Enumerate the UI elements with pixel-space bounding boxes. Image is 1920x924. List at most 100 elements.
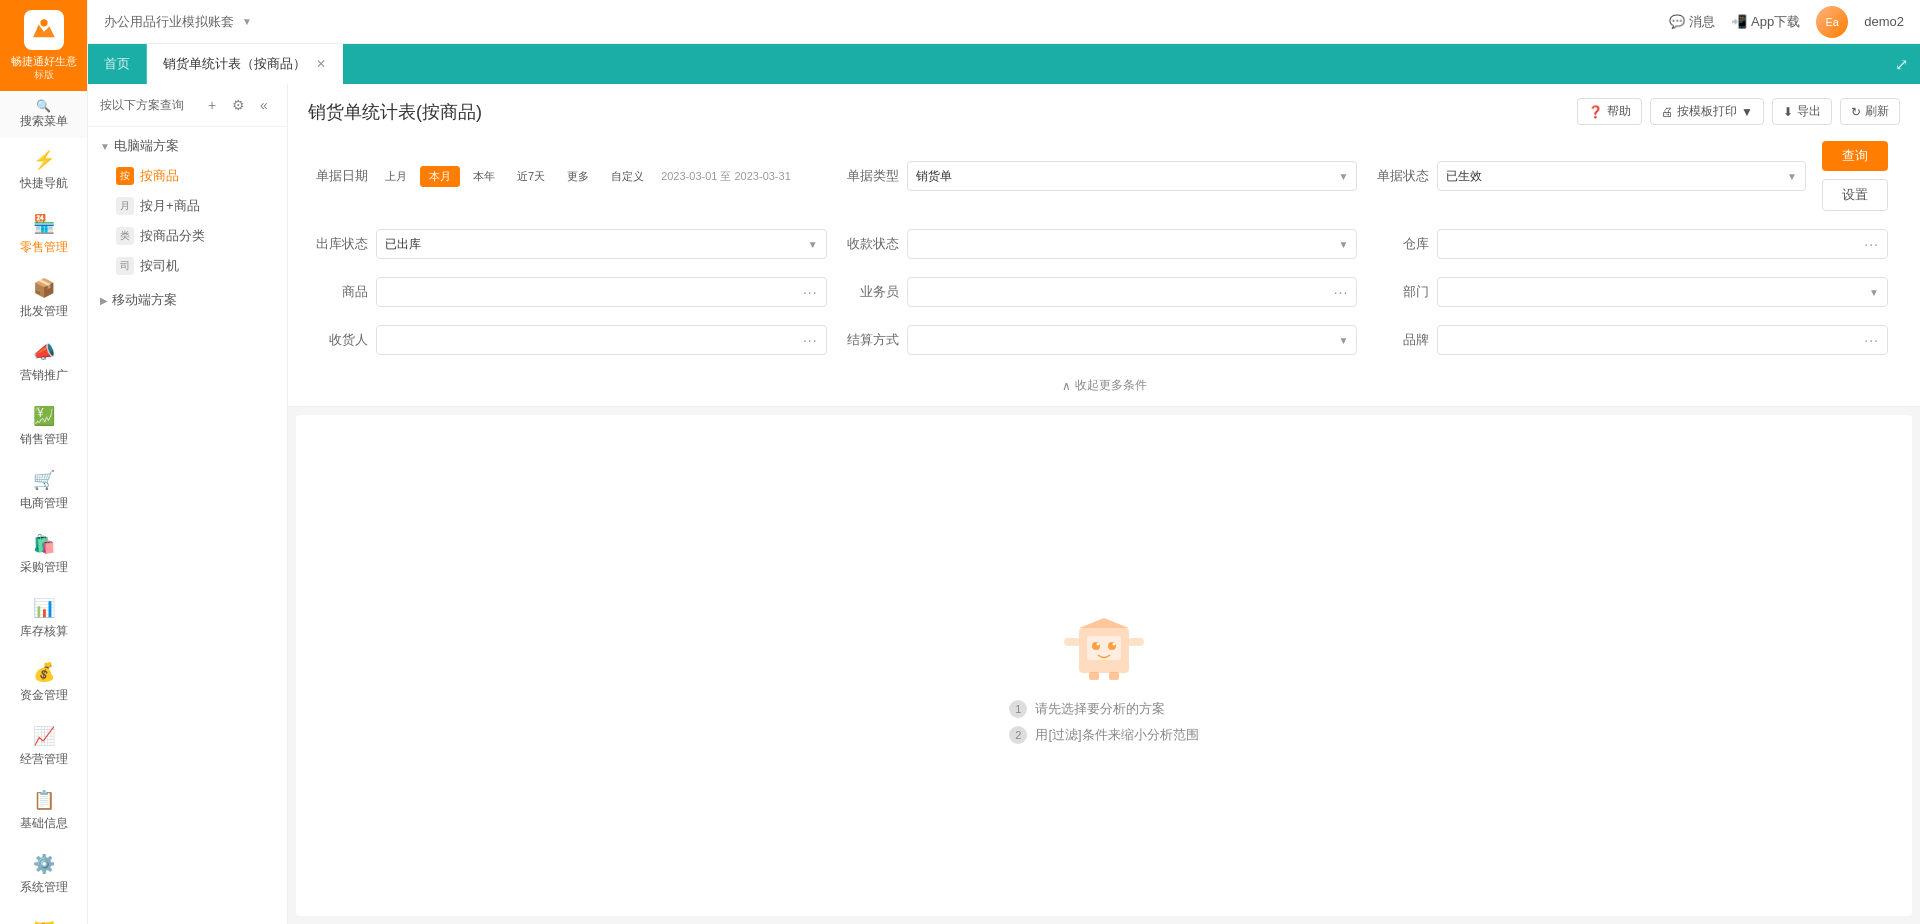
- doctype-input[interactable]: 销货单 ▼: [907, 161, 1358, 191]
- scheme-item-by-month-product[interactable]: 月 按月+商品: [88, 191, 287, 221]
- department-chevron: ▼: [1869, 287, 1879, 298]
- wholesale-label: 批发管理: [20, 303, 68, 320]
- consignee-input[interactable]: ···: [376, 325, 827, 355]
- empty-tip-1: 1 请先选择要分析的方案: [1009, 700, 1198, 718]
- logo-icon: [24, 10, 64, 50]
- tab-close-button[interactable]: ✕: [316, 57, 326, 71]
- docstatus-label: 单据状态: [1369, 167, 1429, 185]
- sidebar-item-purchase[interactable]: 🛍️ 采购管理: [0, 522, 88, 586]
- department-input[interactable]: ▼: [1437, 277, 1888, 307]
- filter-row-1: 单据日期 上月 本月 本年 近7天 更多 自定义 2023-03-01 至 20…: [308, 137, 1900, 215]
- sidebar-item-quicknav[interactable]: ⚡ 快捷导航: [0, 138, 88, 202]
- tip-text-1: 请先选择要分析的方案: [1035, 700, 1165, 718]
- app-download-button[interactable]: 📲 App下载: [1731, 13, 1800, 31]
- template-icon: 🖨: [1661, 105, 1673, 119]
- sidebar-item-system[interactable]: ⚙️ 系统管理: [0, 842, 88, 906]
- sidebar-item-operations[interactable]: 📈 经营管理: [0, 714, 88, 778]
- product-input[interactable]: ···: [376, 277, 827, 307]
- filter-row-2: 出库状态 已出库 ▼ 收款状态 ▼ 仓库: [308, 225, 1900, 263]
- help-label: 帮助: [1607, 103, 1631, 120]
- sidebar-item-wholesale[interactable]: 📦 批发管理: [0, 266, 88, 330]
- sales-icon: 💹: [32, 404, 56, 428]
- wholesale-icon: 📦: [32, 276, 56, 300]
- sidebar-item-ecommerce[interactable]: 🛒 电商管理: [0, 458, 88, 522]
- sidebar-item-sales[interactable]: 💹 销售管理: [0, 394, 88, 458]
- mobile-group-arrow: ▶: [100, 295, 108, 306]
- doctype-chevron: ▼: [1338, 171, 1348, 182]
- collapse-bar[interactable]: ∧ 收起更多条件: [308, 369, 1900, 402]
- brand-input[interactable]: ···: [1437, 325, 1888, 355]
- scheme-group-desktop-title[interactable]: ▼ 电脑端方案: [88, 131, 287, 161]
- marketing-icon: 📣: [32, 340, 56, 364]
- empty-state: 1 请先选择要分析的方案 2 用[过滤]条件来缩小分析范围: [1009, 588, 1198, 744]
- scheme-item-by-product[interactable]: 按 按商品: [88, 161, 287, 191]
- brand-label: 品牌: [1369, 331, 1429, 349]
- user-avatar[interactable]: Ea: [1816, 6, 1848, 38]
- system-icon: ⚙️: [32, 852, 56, 876]
- scheme-add-button[interactable]: +: [201, 94, 223, 116]
- date-filter-group: 上月 本月 本年 近7天 更多 自定义 2023-03-01 至 2023-03…: [376, 166, 827, 187]
- filter-panel: 单据日期 上月 本月 本年 近7天 更多 自定义 2023-03-01 至 20…: [288, 125, 1920, 407]
- filter-row-4: 收货人 ··· 结算方式 ▼ 品牌: [308, 321, 1900, 359]
- outstatus-chevron: ▼: [808, 239, 818, 250]
- query-button[interactable]: 查询: [1822, 141, 1888, 171]
- sidebar-item-enterprise[interactable]: 🤝 企业协同: [0, 906, 88, 924]
- scheme-panel-header: 按以下方案查询 + ⚙ «: [88, 84, 287, 127]
- doctype-value: 销货单: [916, 168, 1335, 185]
- refresh-button[interactable]: ↻ 刷新: [1840, 98, 1900, 125]
- user-name: demo2: [1864, 14, 1904, 29]
- scheme-group-mobile-title[interactable]: ▶ 移动端方案: [88, 285, 287, 315]
- salesman-input[interactable]: ···: [907, 277, 1358, 307]
- empty-tips: 1 请先选择要分析的方案 2 用[过滤]条件来缩小分析范围: [1009, 700, 1198, 744]
- quicknav-icon: ⚡: [32, 148, 56, 172]
- message-icon: 💬: [1669, 14, 1685, 29]
- avatar-text: Ea: [1826, 16, 1839, 28]
- date-tag-7days[interactable]: 近7天: [508, 166, 554, 187]
- tip-num-2: 2: [1009, 726, 1027, 744]
- filter-cell-brand: 品牌 ···: [1369, 321, 1900, 359]
- search-icon: 🔍: [36, 99, 51, 113]
- tab-bar: 首页 销货单统计表（按商品） ✕ ⤢: [88, 44, 1920, 84]
- date-tag-more[interactable]: 更多: [558, 166, 598, 187]
- svg-rect-10: [1064, 638, 1080, 646]
- template-print-button[interactable]: 🖨 按模板打印 ▼: [1650, 98, 1764, 125]
- scheme-collapse-button[interactable]: «: [253, 94, 275, 116]
- scheme-item-by-driver[interactable]: 司 按司机: [88, 251, 287, 281]
- sidebar-item-finance[interactable]: 💰 资金管理: [0, 650, 88, 714]
- payment-method-label: 结算方式: [839, 331, 899, 349]
- sales-label: 销售管理: [20, 431, 68, 448]
- date-tag-this-month[interactable]: 本月: [420, 166, 460, 187]
- template-print-label: 按模板打印: [1677, 103, 1737, 120]
- outstatus-input[interactable]: 已出库 ▼: [376, 229, 827, 259]
- help-button[interactable]: ❓ 帮助: [1577, 98, 1642, 125]
- sidebar-item-marketing[interactable]: 📣 营销推广: [0, 330, 88, 394]
- message-button[interactable]: 💬 消息: [1669, 13, 1715, 31]
- date-tag-this-year[interactable]: 本年: [464, 166, 504, 187]
- sidebar-logo[interactable]: 畅捷通好生意 标版: [0, 0, 88, 91]
- basic-icon: 📋: [32, 788, 56, 812]
- export-button[interactable]: ⬇ 导出: [1772, 98, 1832, 125]
- payment-method-input[interactable]: ▼: [907, 325, 1358, 355]
- scheme-group-desktop: ▼ 电脑端方案 按 按商品 月 按月+商品 类 按商品分类 司 按司机: [88, 131, 287, 281]
- warehouse-input[interactable]: ···: [1437, 229, 1888, 259]
- right-panel: 销货单统计表(按商品) ❓ 帮助 🖨 按模板打印 ▼ ⬇ 导出: [288, 84, 1920, 924]
- docstatus-input[interactable]: 已生效 ▼: [1437, 161, 1806, 191]
- svg-rect-3: [1087, 636, 1121, 660]
- date-tag-custom[interactable]: 自定义: [602, 166, 653, 187]
- operations-icon: 📈: [32, 724, 56, 748]
- scheme-item-by-category[interactable]: 类 按商品分类: [88, 221, 287, 251]
- sidebar-item-basic[interactable]: 📋 基础信息: [0, 778, 88, 842]
- operations-label: 经营管理: [20, 751, 68, 768]
- scheme-config-button[interactable]: ⚙: [227, 94, 249, 116]
- date-tag-last-month[interactable]: 上月: [376, 166, 416, 187]
- payment-status-input[interactable]: ▼: [907, 229, 1358, 259]
- sidebar-item-retail[interactable]: 🏪 零售管理: [0, 202, 88, 266]
- settings-button[interactable]: 设置: [1822, 179, 1888, 211]
- sidebar-item-inventory[interactable]: 📊 库存核算: [0, 586, 88, 650]
- sidebar-search-item[interactable]: 🔍 搜索菜单: [0, 91, 88, 138]
- tab-expand-button[interactable]: ⤢: [1883, 55, 1920, 74]
- doctype-label: 单据类型: [839, 167, 899, 185]
- tab-home[interactable]: 首页: [88, 44, 147, 84]
- app-download-label: App下载: [1751, 13, 1800, 31]
- tab-sales-stat[interactable]: 销货单统计表（按商品） ✕: [147, 44, 343, 84]
